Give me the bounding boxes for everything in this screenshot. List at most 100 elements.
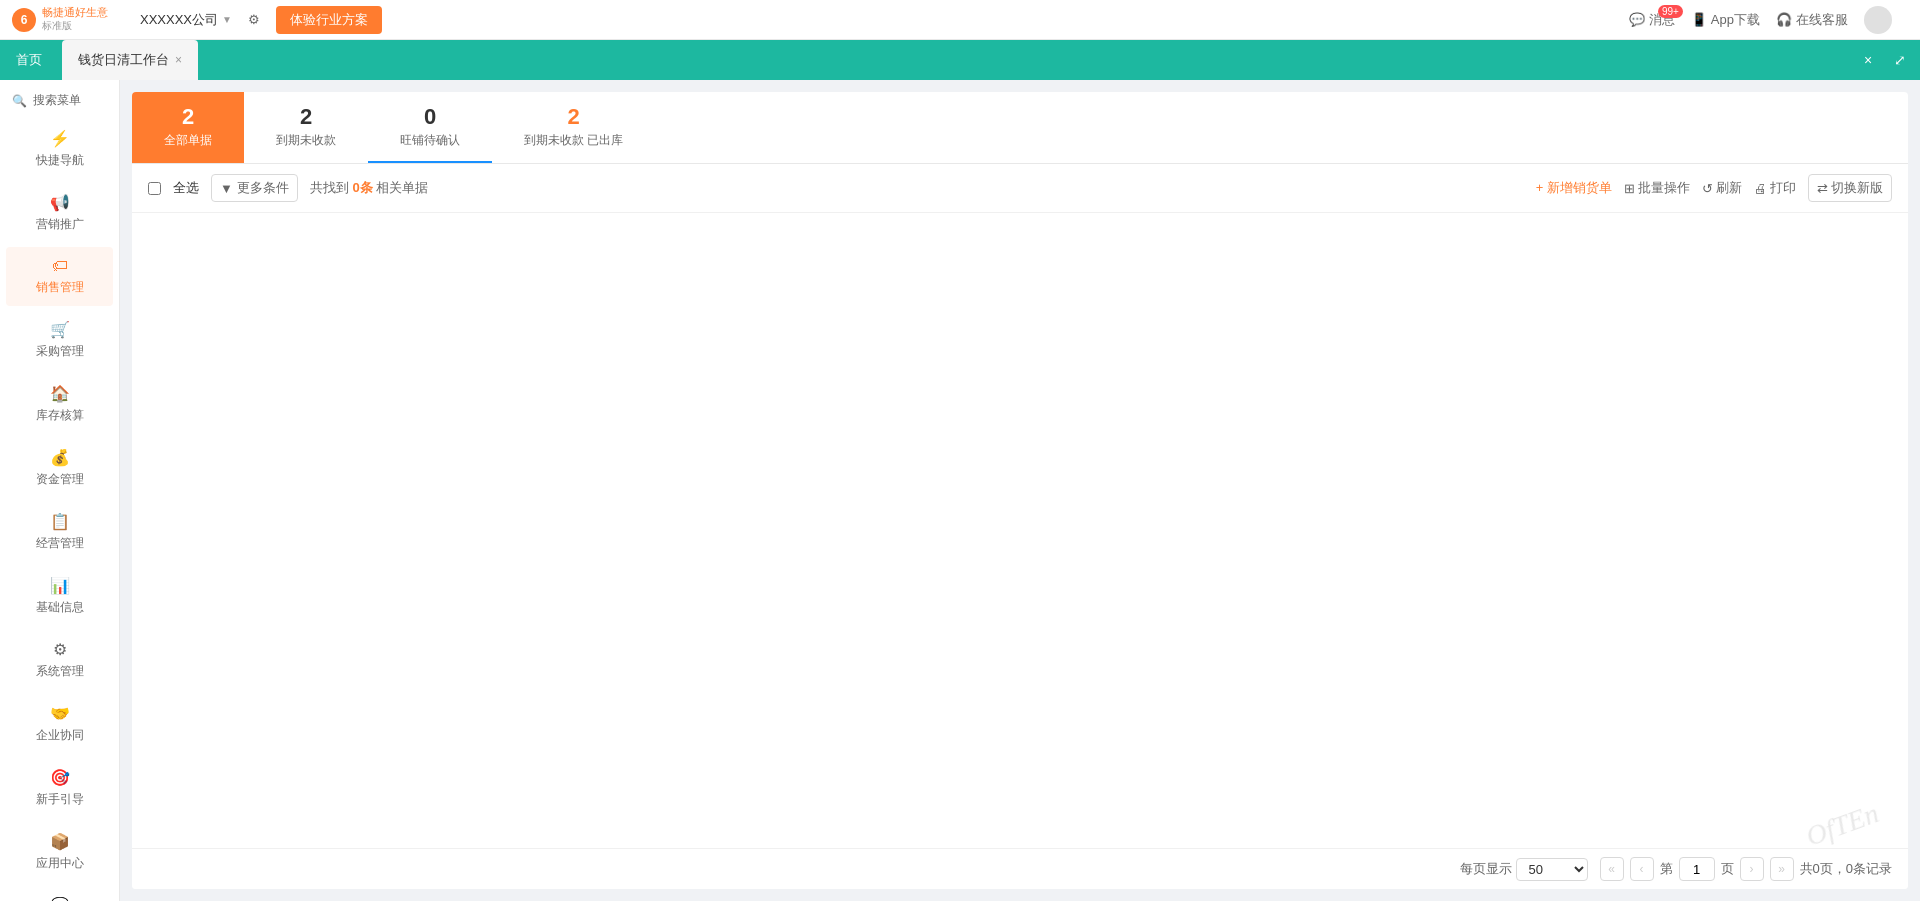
sidebar-item-sales[interactable]: 🏷 销售管理 [6, 247, 113, 306]
maximize-icon[interactable]: ⤢ [1888, 48, 1912, 72]
print-button[interactable]: 🖨 打印 [1754, 179, 1796, 197]
download-icon: 📱 [1691, 12, 1707, 27]
message-button[interactable]: 💬 消息 99+ [1629, 11, 1675, 29]
tabs-bar: 首页 钱货日清工作台 × × ⤢ [0, 40, 1920, 80]
sidebar-item-label: 销售管理 [36, 279, 84, 296]
handshake-icon: 🤝 [50, 704, 70, 723]
message-icon: 💬 [1629, 12, 1645, 27]
footer-pagination: 每页显示 50 100 200 « ‹ 第 页 › » 共0页，0条记录 [132, 848, 1908, 889]
logo-icon: 6 [12, 8, 36, 32]
company-selector[interactable]: XXXXXX公司 ▼ [132, 11, 240, 29]
logo-area: 6 畅捷通好生意 标准版 [12, 6, 132, 33]
pagination: « ‹ 第 页 › » 共0页，0条记录 [1600, 857, 1892, 881]
select-all-label: 全选 [173, 179, 199, 197]
report-icon: 📋 [50, 512, 70, 531]
stat-num-all: 2 [182, 104, 194, 130]
guide-icon: 🎯 [50, 768, 70, 787]
page-last-button[interactable]: » [1770, 857, 1794, 881]
stat-num-overdue: 2 [300, 104, 312, 130]
logo-text: 畅捷通好生意 [42, 6, 108, 19]
sidebar-item-purchase[interactable]: 🛒 采购管理 [6, 310, 113, 370]
app-download-button[interactable]: 📱 App下载 [1691, 11, 1760, 29]
per-page-label: 每页显示 [1460, 860, 1512, 878]
stat-num-overdue-shipped: 2 [568, 104, 580, 130]
chevron-down-icon: ▼ [222, 14, 232, 25]
sidebar-item-marketing[interactable]: 📢 营销推广 [6, 183, 113, 243]
sidebar-item-label: 库存核算 [36, 407, 84, 424]
page-size-selector: 每页显示 50 100 200 [1460, 858, 1588, 881]
toolbar-left: 全选 ▼ 更多条件 共找到 0条 相关单据 [148, 174, 1524, 202]
page-first-button[interactable]: « [1600, 857, 1624, 881]
database-icon: 📊 [50, 576, 70, 595]
page-number-input[interactable] [1679, 857, 1715, 881]
avatar[interactable] [1864, 6, 1892, 34]
found-text: 共找到 0条 相关单据 [310, 179, 428, 197]
app-download-label: App下载 [1711, 11, 1760, 29]
tab-home[interactable]: 首页 [0, 40, 58, 80]
stat-num-pending: 0 [424, 104, 436, 130]
add-sales-order-button[interactable]: + 新增销货单 [1536, 179, 1612, 197]
megaphone-icon: 📢 [50, 193, 70, 212]
stat-label-overdue: 到期未收款 [276, 132, 336, 149]
warehouse-icon: 🏠 [50, 384, 70, 403]
sidebar-item-label: 快捷导航 [36, 152, 84, 169]
stat-tab-pending[interactable]: 0 旺铺待确认 [368, 92, 492, 163]
settings-icon[interactable]: ⚙ [240, 6, 268, 34]
print-label: 打印 [1770, 179, 1796, 197]
sidebar-item-quick-nav[interactable]: ⚡ 快捷导航 [6, 119, 113, 179]
logo-sub: 标准版 [42, 19, 108, 33]
filter-button[interactable]: ▼ 更多条件 [211, 174, 298, 202]
sidebar-item-inventory[interactable]: 🏠 库存核算 [6, 374, 113, 434]
select-all-checkbox[interactable] [148, 182, 161, 195]
switch-icon: ⇄ [1817, 181, 1828, 196]
sidebar-item-newbie[interactable]: 🎯 新手引导 [6, 758, 113, 818]
tab-active[interactable]: 钱货日清工作台 × [62, 40, 198, 80]
sidebar-item-operations[interactable]: 📋 经营管理 [6, 502, 113, 562]
tag-icon: 🏷 [52, 257, 68, 275]
per-page-select[interactable]: 50 100 200 [1516, 858, 1588, 881]
sidebar-item-system[interactable]: ⚙ 系统管理 [6, 630, 113, 690]
box-icon: 📦 [50, 832, 70, 851]
page-prev-button[interactable]: ‹ [1630, 857, 1654, 881]
found-prefix: 共找到 [310, 180, 349, 195]
refresh-label: 刷新 [1716, 179, 1742, 197]
switch-label: 切换新版 [1831, 179, 1883, 197]
sidebar-item-wechat[interactable]: 💬 企业微信 [6, 886, 113, 901]
print-icon: 🖨 [1754, 181, 1767, 196]
cart-icon: 🛒 [50, 320, 70, 339]
sidebar-item-label: 应用中心 [36, 855, 84, 872]
batch-operation-button[interactable]: ⊞ 批量操作 [1624, 179, 1690, 197]
stat-tab-overdue[interactable]: 2 到期未收款 [244, 92, 368, 163]
sidebar-item-label: 采购管理 [36, 343, 84, 360]
sidebar-item-label: 资金管理 [36, 471, 84, 488]
found-count: 0条 [353, 180, 373, 195]
stat-label-all: 全部单据 [164, 132, 212, 149]
filter-icon: ▼ [220, 181, 233, 196]
page-suffix: 页 [1721, 860, 1734, 878]
try-industry-button[interactable]: 体验行业方案 [276, 6, 382, 34]
search-icon: 🔍 [12, 94, 27, 108]
online-service-button[interactable]: 🎧 在线客服 [1776, 11, 1848, 29]
page-next-button[interactable]: › [1740, 857, 1764, 881]
sidebar-search[interactable]: 🔍 搜索菜单 [0, 84, 119, 117]
table-area [132, 213, 1908, 848]
tab-label: 钱货日清工作台 [78, 51, 169, 69]
close-tab-control-icon[interactable]: × [1856, 48, 1880, 72]
batch-label: 批量操作 [1638, 179, 1690, 197]
filter-label: 更多条件 [237, 179, 289, 197]
sidebar-item-base-info[interactable]: 📊 基础信息 [6, 566, 113, 626]
sidebar-item-cooperation[interactable]: 🤝 企业协同 [6, 694, 113, 754]
tab-close-icon[interactable]: × [175, 53, 182, 67]
refresh-button[interactable]: ↺ 刷新 [1702, 179, 1742, 197]
sidebar-item-app-center[interactable]: 📦 应用中心 [6, 822, 113, 882]
toolbar: 全选 ▼ 更多条件 共找到 0条 相关单据 + 新增销货单 ⊞ 批 [132, 164, 1908, 213]
stat-tab-overdue-shipped[interactable]: 2 到期未收款 已出库 [492, 92, 655, 163]
stat-tab-all[interactable]: 2 全部单据 [132, 92, 244, 163]
top-header: 6 畅捷通好生意 标准版 XXXXXX公司 ▼ ⚙ 体验行业方案 💬 消息 99… [0, 0, 1920, 40]
sidebar-item-label: 企业协同 [36, 727, 84, 744]
main-content: 2 全部单据 2 到期未收款 0 旺铺待确认 2 到期未收款 已出库 [120, 80, 1920, 901]
main-layout: 🔍 搜索菜单 ⚡ 快捷导航 📢 营销推广 🏷 销售管理 🛒 采购管理 🏠 库存核… [0, 80, 1920, 901]
switch-version-button[interactable]: ⇄ 切换新版 [1808, 174, 1892, 202]
found-suffix: 相关单据 [376, 180, 428, 195]
sidebar-item-finance[interactable]: 💰 资金管理 [6, 438, 113, 498]
